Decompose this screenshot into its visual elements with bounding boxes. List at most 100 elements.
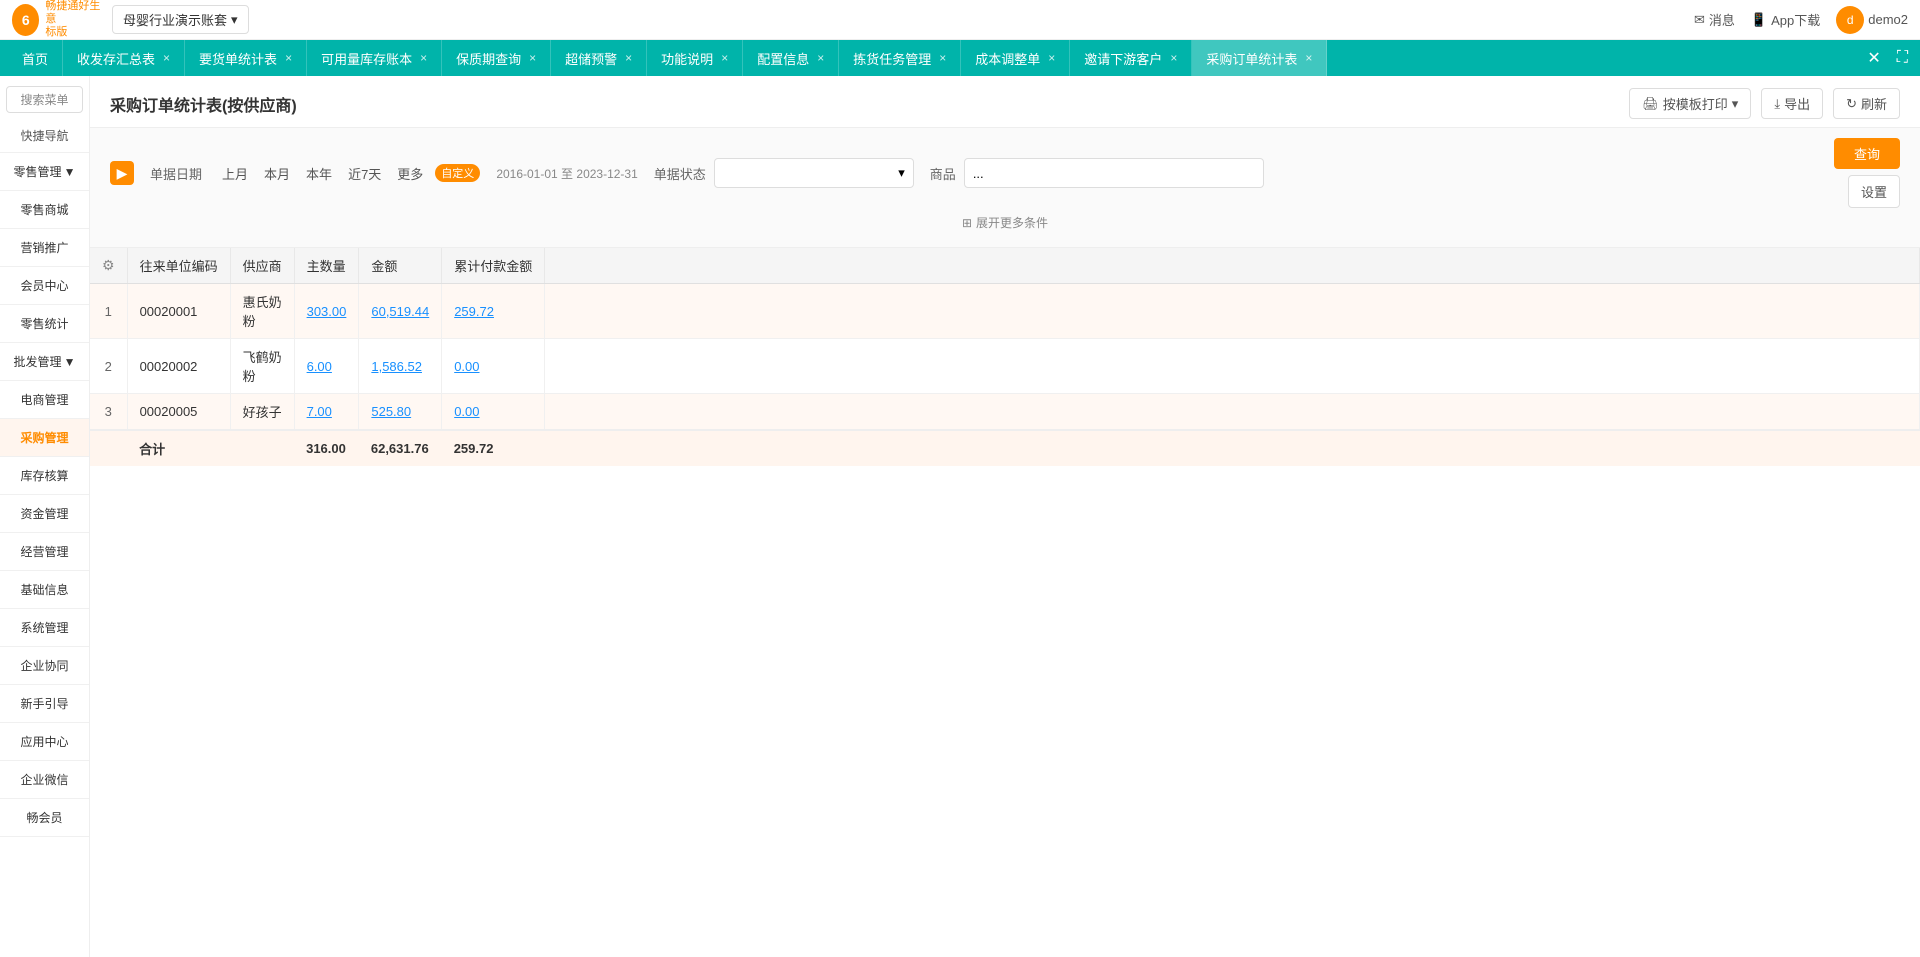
goods-ellipsis: ... xyxy=(973,166,984,181)
sidebar-item-new-guide[interactable]: 新手引导 xyxy=(0,685,89,723)
sidebar-item-ops-mgmt[interactable]: 经营管理 xyxy=(0,533,89,571)
tab-cost-adjust[interactable]: 成本调整单 × xyxy=(961,40,1070,76)
tab-function-desc-close[interactable]: × xyxy=(721,51,728,65)
tab-batch-task-close[interactable]: × xyxy=(939,51,946,65)
gear-icon[interactable]: ⚙ xyxy=(102,257,115,273)
custom-date-tag[interactable]: 自定义 xyxy=(435,164,480,182)
goods-label: 商品 xyxy=(930,164,956,183)
shortcut-7days[interactable]: 近7天 xyxy=(344,162,385,185)
tab-overstock-warning-label: 超储预警 xyxy=(565,49,617,68)
tab-invite-downstream-close[interactable]: × xyxy=(1170,51,1177,65)
cell-main-qty-1[interactable]: 303.00 xyxy=(294,284,359,339)
sidebar-item-retail-mall[interactable]: 零售商城 xyxy=(0,191,89,229)
settings-btn[interactable]: 设置 xyxy=(1848,175,1900,208)
status-select[interactable]: ▾ xyxy=(714,158,914,188)
top-bar: 6 畅捷通好生意 标版 母婴行业演示账套 ▾ ✉ 消息 📱 App下载 d de… xyxy=(0,0,1920,40)
refresh-btn[interactable]: ↻ 刷新 xyxy=(1833,88,1900,119)
tab-available-inventory[interactable]: 可用量库存账本 × xyxy=(307,40,442,76)
sidebar-item-purchase-mgmt[interactable]: 采购管理 xyxy=(0,419,89,457)
page-title: 采购订单统计表(按供应商) xyxy=(110,92,297,116)
sidebar-item-inventory-check[interactable]: 库存核算 xyxy=(0,457,89,495)
th-cumulative-payment: 累计付款金额 xyxy=(442,248,545,284)
user-profile[interactable]: d demo2 xyxy=(1836,6,1908,34)
page-header-actions: 🖨 按模板打印 ▾ ⤓ 导出 ↻ 刷新 xyxy=(1629,88,1900,119)
tab-receive-send[interactable]: 收发存汇总表 × xyxy=(63,40,185,76)
tab-batch-task[interactable]: 拣货任务管理 × xyxy=(839,40,961,76)
cell-main-qty-2[interactable]: 6.00 xyxy=(294,339,359,394)
sidebar-item-member-points[interactable]: 畅会员 xyxy=(0,799,89,837)
cell-extra-3 xyxy=(545,394,1920,431)
cell-amount-1[interactable]: 60,519.44 xyxy=(359,284,442,339)
sidebar-item-member-center[interactable]: 会员中心 xyxy=(0,267,89,305)
tab-overstock-warning-close[interactable]: × xyxy=(625,51,632,65)
tab-close-all-btn[interactable]: ✕ xyxy=(1863,44,1884,72)
goods-input[interactable]: ... xyxy=(964,158,1264,188)
template-print-label: 按模板打印 xyxy=(1663,94,1728,113)
sidebar-item-marketing[interactable]: 营销推广 xyxy=(0,229,89,267)
tab-config-info[interactable]: 配置信息 × xyxy=(743,40,839,76)
shortcut-last-month[interactable]: 上月 xyxy=(218,162,252,185)
shortcut-this-month[interactable]: 本月 xyxy=(260,162,294,185)
cell-cum-payment-2[interactable]: 0.00 xyxy=(442,339,545,394)
tab-function-desc[interactable]: 功能说明 × xyxy=(647,40,743,76)
tab-cost-adjust-close[interactable]: × xyxy=(1048,51,1055,65)
app-download-btn[interactable]: 📱 App下载 xyxy=(1751,10,1820,29)
sidebar-item-member-center-label: 会员中心 xyxy=(20,279,68,293)
query-btn[interactable]: 查询 xyxy=(1834,138,1900,169)
export-btn[interactable]: ⤓ 导出 xyxy=(1761,88,1823,119)
export-label: 导出 xyxy=(1784,94,1810,113)
tab-invite-downstream[interactable]: 邀请下游客户 × xyxy=(1070,40,1192,76)
cell-cum-payment-1[interactable]: 259.72 xyxy=(442,284,545,339)
sidebar-item-retail-mgmt[interactable]: 零售管理 ▼ xyxy=(0,153,89,191)
sidebar-item-ecommerce-mgmt[interactable]: 电商管理 xyxy=(0,381,89,419)
page-header: 采购订单统计表(按供应商) 🖨 按模板打印 ▾ ⤓ 导出 ↻ 刷新 xyxy=(90,76,1920,128)
tab-expiry-query[interactable]: 保质期查询 × xyxy=(442,40,551,76)
cell-main-qty-3[interactable]: 7.00 xyxy=(294,394,359,431)
tab-purchase-stats[interactable]: 采购订单统计表 × xyxy=(1192,40,1327,76)
tab-config-info-label: 配置信息 xyxy=(757,49,809,68)
cell-index-1: 1 xyxy=(90,284,127,339)
shortcut-more[interactable]: 更多 xyxy=(393,162,427,185)
sidebar-item-enterprise-collab[interactable]: 企业协同 xyxy=(0,647,89,685)
filter-expand-btn[interactable]: ▶ xyxy=(110,161,134,185)
tab-home[interactable]: 首页 xyxy=(8,40,63,76)
sidebar-item-purchase-mgmt-label: 采购管理 xyxy=(20,431,68,445)
goods-filter: 商品 ... xyxy=(930,158,1264,188)
expand-more-btn[interactable]: ⊞ 展开更多条件 xyxy=(962,214,1048,231)
sidebar-item-basic-info[interactable]: 基础信息 xyxy=(0,571,89,609)
cell-amount-3[interactable]: 525.80 xyxy=(359,394,442,431)
message-btn[interactable]: ✉ 消息 xyxy=(1694,10,1735,29)
sidebar-item-retail-stats[interactable]: 零售统计 xyxy=(0,305,89,343)
template-print-btn[interactable]: 🖨 按模板打印 ▾ xyxy=(1629,88,1751,119)
table-row: 1 00020001 惠氏奶粉 303.00 60,519.44 259.72 xyxy=(90,284,1920,339)
shortcut-this-year[interactable]: 本年 xyxy=(302,162,336,185)
quick-nav-btn[interactable]: 快捷导航 xyxy=(0,119,89,153)
tab-fullscreen-btn[interactable]: ⛶ xyxy=(1893,45,1912,71)
tab-receive-send-close[interactable]: × xyxy=(163,51,170,65)
cell-cum-payment-3[interactable]: 0.00 xyxy=(442,394,545,431)
app-download-label: App下载 xyxy=(1771,10,1820,29)
cell-amount-2[interactable]: 1,586.52 xyxy=(359,339,442,394)
tab-available-inventory-close[interactable]: × xyxy=(420,51,427,65)
tab-overstock-warning[interactable]: 超储预警 × xyxy=(551,40,647,76)
sidebar-item-enterprise-wechat[interactable]: 企业微信 xyxy=(0,761,89,799)
tab-purchase-stats-close[interactable]: × xyxy=(1305,51,1312,65)
sidebar-item-system-mgmt[interactable]: 系统管理 xyxy=(0,609,89,647)
tab-expiry-query-close[interactable]: × xyxy=(529,51,536,65)
cell-index-3: 3 xyxy=(90,394,127,431)
workspace-selector[interactable]: 母婴行业演示账套 ▾ xyxy=(112,5,249,34)
template-dropdown-icon: ▾ xyxy=(1732,96,1739,112)
tab-order-stats-close[interactable]: × xyxy=(285,51,292,65)
sidebar-item-finance-mgmt[interactable]: 资金管理 xyxy=(0,495,89,533)
search-menu-btn[interactable]: 搜索菜单 xyxy=(6,86,83,113)
nav-tabs-bar: 首页 收发存汇总表 × 要货单统计表 × 可用量库存账本 × 保质期查询 × 超… xyxy=(0,40,1920,76)
tab-order-stats[interactable]: 要货单统计表 × xyxy=(185,40,307,76)
sidebar-item-app-center[interactable]: 应用中心 xyxy=(0,723,89,761)
th-gear[interactable]: ⚙ xyxy=(90,248,127,284)
tab-order-stats-label: 要货单统计表 xyxy=(199,49,277,68)
tab-config-info-close[interactable]: × xyxy=(817,51,824,65)
sidebar-search-area: 搜索菜单 xyxy=(0,76,89,119)
sidebar-item-wholesale-mgmt[interactable]: 批发管理 ▼ xyxy=(0,343,89,381)
th-amount: 金额 xyxy=(359,248,442,284)
sidebar-item-basic-info-label: 基础信息 xyxy=(20,583,68,597)
